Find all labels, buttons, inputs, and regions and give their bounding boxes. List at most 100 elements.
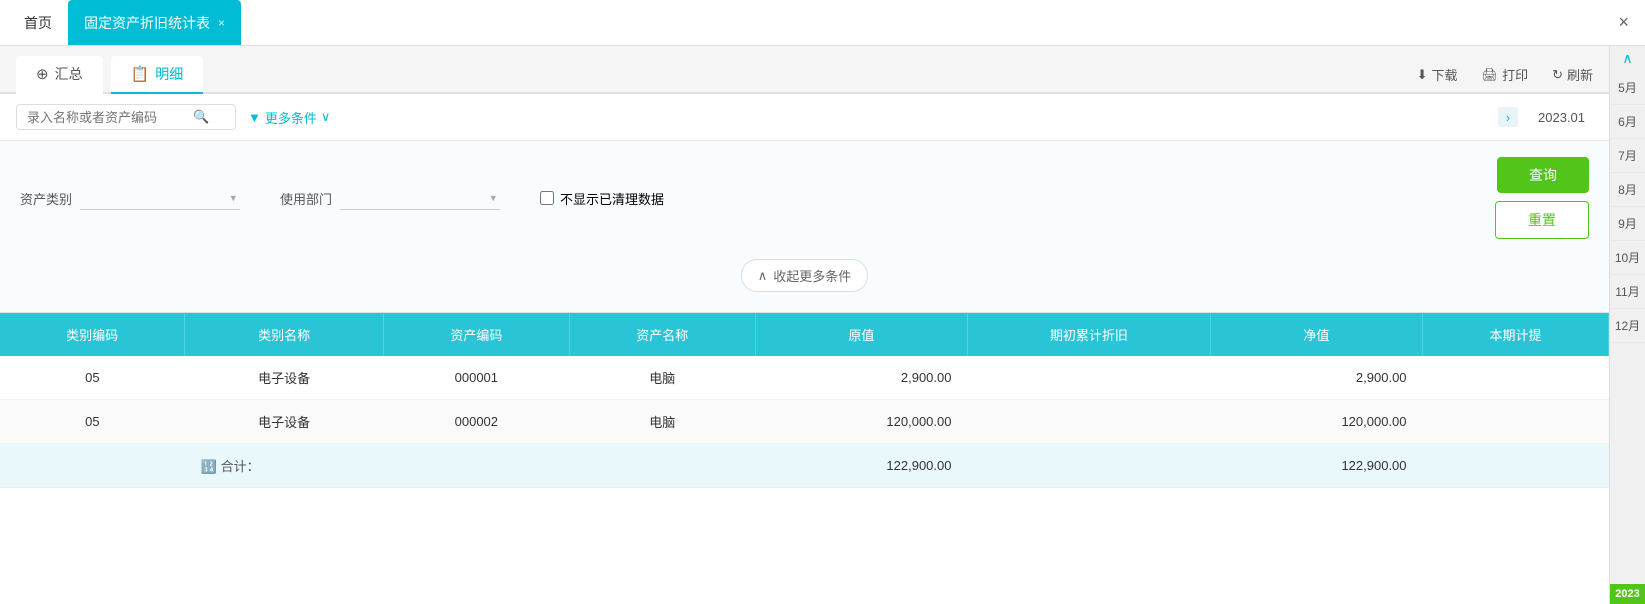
table-header-本期计提: 本期计提	[1423, 313, 1609, 356]
total-cell-c3	[569, 444, 755, 488]
table-header-row: 类别编码类别名称资产编码资产名称原值期初累计折旧净值本期计提	[0, 313, 1609, 356]
date-display: 2023.01	[1530, 110, 1593, 125]
window-close-button[interactable]: ×	[1618, 12, 1629, 33]
table-cell-r1-c1: 电子设备	[185, 400, 384, 444]
dept-filter: 使用部门	[280, 186, 500, 210]
asset-category-select[interactable]	[80, 186, 240, 210]
table-header-类别名称: 类别名称	[185, 313, 384, 356]
total-row: 🔢 合计： 122,900.00 122,900.00	[0, 444, 1609, 488]
table-cell-r0-c6: 2,900.00	[1210, 356, 1422, 400]
tab-detail-label: 明细	[155, 64, 183, 84]
more-conditions-button[interactable]: ▼ 更多条件 ∨	[248, 108, 330, 127]
table-cell-r0-c3: 电脑	[569, 356, 755, 400]
total-cell-c0	[0, 444, 185, 488]
refresh-icon: ↻	[1552, 67, 1563, 83]
sidebar-month-8[interactable]: 8月	[1610, 173, 1645, 207]
print-button[interactable]: 🖨 打印	[1482, 65, 1529, 84]
active-tab[interactable]: 固定资产折旧统计表 ×	[68, 0, 241, 45]
dept-select-wrap	[340, 186, 500, 210]
search-input-wrap[interactable]: 🔍	[16, 104, 236, 130]
collapse-icon: ∧	[758, 268, 768, 284]
table-header-原值: 原值	[755, 313, 967, 356]
data-table: 类别编码类别名称资产编码资产名称原值期初累计折旧净值本期计提 05电子设备000…	[0, 313, 1609, 488]
search-icon[interactable]: 🔍	[193, 109, 209, 125]
tabs-left: ⊕ 汇总 📋 明细	[16, 46, 203, 92]
query-button[interactable]: 查询	[1497, 157, 1589, 193]
summary-icon: ⊕	[36, 65, 49, 83]
sidebar-month-7[interactable]: 7月	[1610, 139, 1645, 173]
table-header-资产名称: 资产名称	[569, 313, 755, 356]
total-cell-c4: 122,900.00	[755, 444, 967, 488]
table-header-期初累计折旧: 期初累计折旧	[967, 313, 1210, 356]
table-cell-r1-c6: 120,000.00	[1210, 400, 1422, 444]
table-cell-r0-c0: 05	[0, 356, 185, 400]
top-nav: 首页 固定资产折旧统计表 × ×	[0, 0, 1645, 46]
table-cell-r1-c2: 000002	[383, 400, 569, 444]
asset-category-label: 资产类别	[20, 189, 72, 208]
table-header-资产编码: 资产编码	[383, 313, 569, 356]
detail-icon: 📋	[131, 65, 150, 83]
collapse-conditions-button[interactable]: ∧ 收起更多条件	[741, 259, 869, 292]
more-conditions-label: 更多条件	[265, 108, 317, 127]
table-row: 05电子设备000001电脑2,900.002,900.00	[0, 356, 1609, 400]
total-cell-c2	[383, 444, 569, 488]
download-label: 下载	[1432, 65, 1458, 84]
filter-actions: 查询 重置	[1495, 157, 1589, 239]
table-container: 类别编码类别名称资产编码资产名称原值期初累计折旧净值本期计提 05电子设备000…	[0, 313, 1609, 604]
search-row: 🔍 ▼ 更多条件 ∨ › 2023.01	[0, 94, 1609, 141]
no-cleared-label: 不显示已清理数据	[560, 189, 664, 208]
sidebar-toggle-button[interactable]: ›	[1498, 107, 1518, 127]
total-cell-c1: 🔢 合计：	[185, 444, 384, 488]
search-input[interactable]	[27, 110, 187, 125]
table-cell-r1-c7	[1423, 400, 1609, 444]
total-cell-c6: 122,900.00	[1210, 444, 1422, 488]
active-tab-label: 固定资产折旧统计表	[84, 13, 210, 33]
tab-detail[interactable]: 📋 明细	[111, 56, 204, 94]
filter-panel: 资产类别 使用部门	[0, 141, 1609, 313]
dept-label: 使用部门	[280, 189, 332, 208]
table-cell-r0-c7	[1423, 356, 1609, 400]
table-cell-r0-c1: 电子设备	[185, 356, 384, 400]
asset-category-filter: 资产类别	[20, 186, 240, 210]
tab-summary[interactable]: ⊕ 汇总	[16, 56, 103, 94]
table-cell-r1-c0: 05	[0, 400, 185, 444]
table-header-类别编码: 类别编码	[0, 313, 185, 356]
total-cell-c7	[1423, 444, 1609, 488]
sidebar-month-11[interactable]: 11月	[1610, 275, 1645, 309]
refresh-label: 刷新	[1567, 65, 1593, 84]
sidebar-month-9[interactable]: 9月	[1610, 207, 1645, 241]
download-button[interactable]: ⬇ 下载	[1417, 65, 1458, 84]
table-cell-r0-c2: 000001	[383, 356, 569, 400]
tabs-row: ⊕ 汇总 📋 明细 ⬇ 下载 🖨 打印 ↻	[0, 46, 1609, 94]
chevron-down-icon: ∨	[321, 109, 331, 125]
print-icon: 🖨	[1482, 67, 1499, 83]
reset-button[interactable]: 重置	[1495, 201, 1589, 239]
table-header-净值: 净值	[1210, 313, 1422, 356]
refresh-button[interactable]: ↻ 刷新	[1552, 65, 1593, 84]
year-badge[interactable]: 2023	[1610, 584, 1645, 604]
table-cell-r1-c3: 电脑	[569, 400, 755, 444]
filter-row: 资产类别 使用部门	[20, 157, 1589, 239]
collapse-label: 收起更多条件	[773, 266, 851, 285]
table-cell-r0-c4: 2,900.00	[755, 356, 967, 400]
toolbar-actions: ⬇ 下载 🖨 打印 ↻ 刷新	[1417, 65, 1593, 92]
filter-icon: ▼	[248, 110, 261, 125]
tab-summary-label: 汇总	[55, 64, 83, 84]
sidebar-month-10[interactable]: 10月	[1610, 241, 1645, 275]
sidebar-month-6[interactable]: 6月	[1610, 105, 1645, 139]
table-cell-r1-c4: 120,000.00	[755, 400, 967, 444]
dept-select[interactable]	[340, 186, 500, 210]
home-tab[interactable]: 首页	[16, 13, 60, 33]
table-cell-r1-c5	[967, 400, 1210, 444]
main-content: ⊕ 汇总 📋 明细 ⬇ 下载 🖨 打印 ↻	[0, 46, 1645, 604]
left-panel: ⊕ 汇总 📋 明细 ⬇ 下载 🖨 打印 ↻	[0, 46, 1609, 604]
sidebar-scroll-up[interactable]: ∧	[1618, 46, 1636, 71]
no-cleared-checkbox[interactable]	[540, 191, 554, 205]
no-cleared-checkbox-group: 不显示已清理数据	[540, 189, 664, 208]
sidebar-month-12[interactable]: 12月	[1610, 309, 1645, 343]
right-sidebar: ∧ 5月 6月 7月 8月 9月 10月 11月 12月 2023	[1609, 46, 1645, 604]
download-icon: ⬇	[1417, 67, 1428, 83]
sidebar-month-5[interactable]: 5月	[1610, 71, 1645, 105]
filter-bottom-row: ∧ 收起更多条件	[20, 251, 1589, 304]
tab-close-icon[interactable]: ×	[218, 16, 225, 30]
